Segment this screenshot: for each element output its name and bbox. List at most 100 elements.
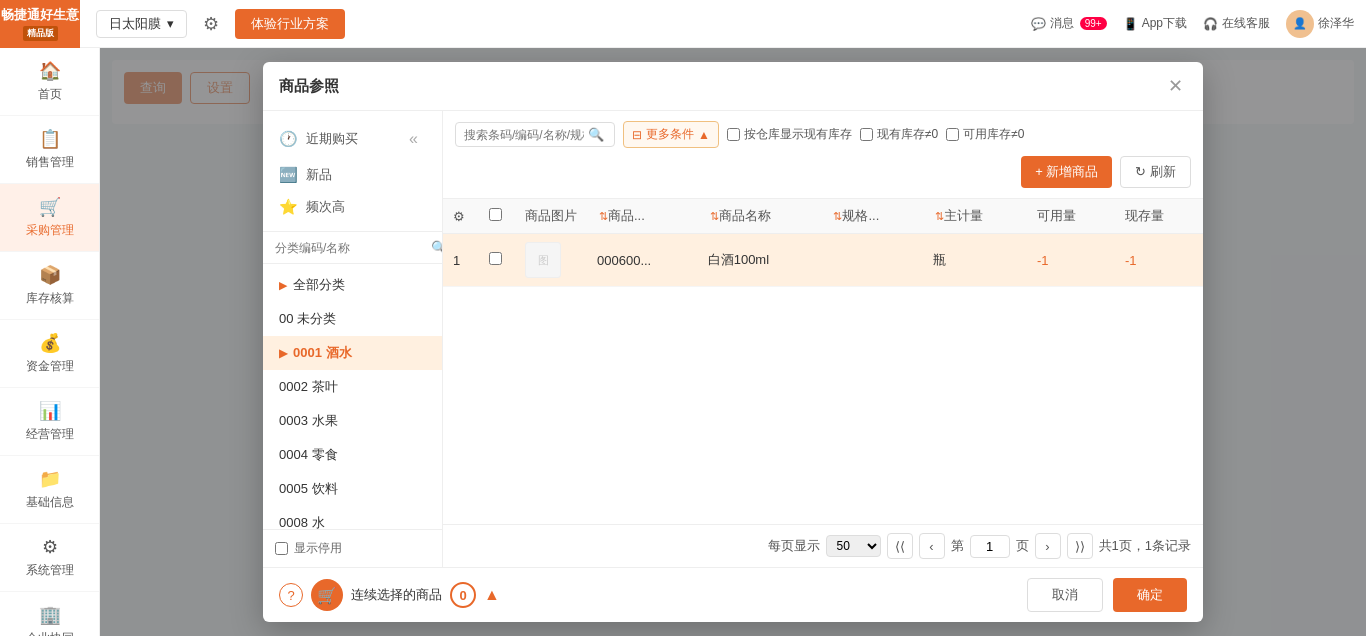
page-number-input[interactable] bbox=[970, 535, 1010, 558]
show-disabled-label: 显示停用 bbox=[294, 540, 342, 557]
modal-close-button[interactable]: ✕ bbox=[1163, 74, 1187, 98]
settings-icon[interactable]: ⚙ bbox=[195, 8, 227, 40]
sort-icon-name[interactable]: ⇅ bbox=[710, 210, 719, 222]
sidebar-item-enterprise[interactable]: 🏢 企业协同 bbox=[0, 592, 99, 636]
confirm-button[interactable]: 确定 bbox=[1113, 578, 1187, 612]
user-item[interactable]: 👤 徐泽华 bbox=[1286, 10, 1354, 38]
row-checkbox[interactable] bbox=[489, 252, 502, 265]
sidebar-item-system[interactable]: ⚙ 系统管理 bbox=[0, 524, 99, 592]
category-item-0005[interactable]: 0005 饮料 bbox=[263, 472, 442, 506]
store-dropdown[interactable]: 日太阳膜 ▾ bbox=[96, 10, 187, 38]
th-settings: ⚙ bbox=[443, 199, 479, 234]
basic-icon: 📁 bbox=[39, 468, 61, 490]
category-item-0001[interactable]: ▶ 0001 酒水 bbox=[263, 336, 442, 370]
product-table: ⚙ 商品图片 bbox=[443, 199, 1203, 287]
more-filter-button[interactable]: ⊟ 更多条件 ▲ bbox=[623, 121, 719, 148]
checkbox-current-stock-label: 现有库存≠0 bbox=[877, 126, 938, 143]
category-label-0004: 0004 零食 bbox=[279, 446, 338, 464]
row-no: 1 bbox=[443, 234, 479, 287]
category-item-0004[interactable]: 0004 零食 bbox=[263, 438, 442, 472]
category-label-0008: 0008 水 bbox=[279, 514, 325, 529]
app-download-item[interactable]: 📱 App下载 bbox=[1123, 15, 1187, 32]
message-label: 消息 bbox=[1050, 15, 1074, 32]
refresh-button[interactable]: ↻ 刷新 bbox=[1120, 156, 1191, 188]
sidebar-item-finance[interactable]: 💰 资金管理 bbox=[0, 320, 99, 388]
checkbox-current-stock-input[interactable] bbox=[860, 128, 873, 141]
cancel-button[interactable]: 取消 bbox=[1027, 578, 1103, 612]
trial-button[interactable]: 体验行业方案 bbox=[235, 9, 345, 39]
product-search-wrap: 🔍 bbox=[455, 122, 615, 147]
sidebar-item-home[interactable]: 🏠 首页 bbox=[0, 48, 99, 116]
cart-collapse-icon[interactable]: ▲ bbox=[484, 586, 500, 604]
per-page-label: 每页显示 bbox=[768, 537, 820, 555]
checkbox-available-stock-input[interactable] bbox=[946, 128, 959, 141]
message-nav-item[interactable]: 💬 消息 99+ bbox=[1031, 15, 1107, 32]
headset-icon: 🎧 bbox=[1203, 17, 1218, 31]
checkbox-by-warehouse-input[interactable] bbox=[727, 128, 740, 141]
tab-new-product[interactable]: 🆕 新品 bbox=[263, 159, 442, 191]
page-first-button[interactable]: ⟨⟨ bbox=[887, 533, 913, 559]
product-toolbar: 🔍 ⊟ 更多条件 ▲ 按仓库显示现有库存 bbox=[443, 111, 1203, 199]
sort-icon-spec[interactable]: ⇅ bbox=[833, 210, 842, 222]
tab-recent-purchase[interactable]: 🕐 近期购买 « bbox=[263, 119, 442, 159]
navbar-right: 💬 消息 99+ 📱 App下载 🎧 在线客服 👤 徐泽华 bbox=[1031, 10, 1354, 38]
checkbox-available-stock[interactable]: 可用库存≠0 bbox=[946, 126, 1024, 143]
navbar-center: 日太阳膜 ▾ ⚙ 体验行业方案 bbox=[80, 8, 1031, 40]
category-item-all[interactable]: ▶ 全部分类 bbox=[263, 268, 442, 302]
chevron-down-icon: ▾ bbox=[167, 16, 174, 31]
sidebar-item-inventory[interactable]: 📦 库存核算 bbox=[0, 252, 99, 320]
product-search-input[interactable] bbox=[464, 128, 584, 142]
page-last-button[interactable]: ⟩⟩ bbox=[1067, 533, 1093, 559]
category-item-0002[interactable]: 0002 茶叶 bbox=[263, 370, 442, 404]
recent-icon: 🕐 bbox=[279, 130, 298, 148]
checkbox-current-stock[interactable]: 现有库存≠0 bbox=[860, 126, 938, 143]
category-search-input[interactable] bbox=[275, 241, 425, 255]
store-name: 日太阳膜 bbox=[109, 15, 161, 33]
product-search-icon[interactable]: 🔍 bbox=[588, 127, 604, 142]
table-row[interactable]: 1 图 000600... 白酒100ml bbox=[443, 234, 1203, 287]
category-item-0003[interactable]: 0003 水果 bbox=[263, 404, 442, 438]
sidebar-label-home: 首页 bbox=[38, 86, 62, 103]
page-next-button[interactable]: › bbox=[1035, 533, 1061, 559]
show-disabled-checkbox-label[interactable]: 显示停用 bbox=[275, 540, 430, 557]
row-stock: -1 bbox=[1115, 234, 1203, 287]
sidebar: 🏠 首页 📋 销售管理 🛒 采购管理 📦 库存核算 💰 资金管理 📊 经营管理 … bbox=[0, 48, 100, 636]
sort-icon-code[interactable]: ⇅ bbox=[599, 210, 608, 222]
per-page-select[interactable]: 50 10 20 100 bbox=[826, 535, 881, 557]
pagination: 每页显示 50 10 20 100 ⟨⟨ ‹ 第 页 bbox=[443, 524, 1203, 567]
system-icon: ⚙ bbox=[42, 536, 58, 558]
sidebar-item-purchase[interactable]: 🛒 采购管理 bbox=[0, 184, 99, 252]
category-search-icon[interactable]: 🔍 bbox=[431, 240, 443, 255]
select-all-checkbox[interactable] bbox=[489, 208, 502, 221]
add-product-button[interactable]: + 新增商品 bbox=[1021, 156, 1112, 188]
category-panel: 🕐 近期购买 « 🆕 新品 ⭐ 频次高 bbox=[263, 111, 443, 567]
sidebar-item-basic[interactable]: 📁 基础信息 bbox=[0, 456, 99, 524]
available-value: -1 bbox=[1037, 253, 1049, 268]
column-settings-icon[interactable]: ⚙ bbox=[453, 209, 465, 224]
row-code: 000600... bbox=[587, 234, 698, 287]
modal-overlay: 商品参照 ✕ 🕐 近期购买 « � bbox=[100, 48, 1366, 636]
cart-label: 连续选择的商品 bbox=[351, 586, 442, 604]
sidebar-label-basic: 基础信息 bbox=[26, 494, 74, 511]
sort-icon-unit[interactable]: ⇅ bbox=[935, 210, 944, 222]
app-logo: 畅捷通好生意 精品版 bbox=[0, 0, 80, 48]
sidebar-item-sales[interactable]: 📋 销售管理 bbox=[0, 116, 99, 184]
sidebar-label-sales: 销售管理 bbox=[26, 154, 74, 171]
page-prev-button[interactable]: ‹ bbox=[919, 533, 945, 559]
category-item-0008[interactable]: 0008 水 bbox=[263, 506, 442, 529]
logo-subtitle: 精品版 bbox=[23, 26, 58, 41]
tab-frequent[interactable]: ⭐ 频次高 bbox=[263, 191, 442, 223]
sidebar-item-business[interactable]: 📊 经营管理 bbox=[0, 388, 99, 456]
th-spec: ⇅规格... bbox=[821, 199, 922, 234]
help-icon[interactable]: ? bbox=[279, 583, 303, 607]
show-disabled-checkbox[interactable] bbox=[275, 542, 288, 555]
th-stock: 现存量 bbox=[1115, 199, 1203, 234]
username: 徐泽华 bbox=[1318, 15, 1354, 32]
sidebar-label-finance: 资金管理 bbox=[26, 358, 74, 375]
service-item[interactable]: 🎧 在线客服 bbox=[1203, 15, 1270, 32]
collapse-icon[interactable]: « bbox=[401, 126, 426, 152]
checkbox-by-warehouse[interactable]: 按仓库显示现有库存 bbox=[727, 126, 852, 143]
th-available: 可用量 bbox=[1027, 199, 1115, 234]
category-item-00[interactable]: 00 未分类 bbox=[263, 302, 442, 336]
sidebar-label-enterprise: 企业协同 bbox=[26, 630, 74, 636]
